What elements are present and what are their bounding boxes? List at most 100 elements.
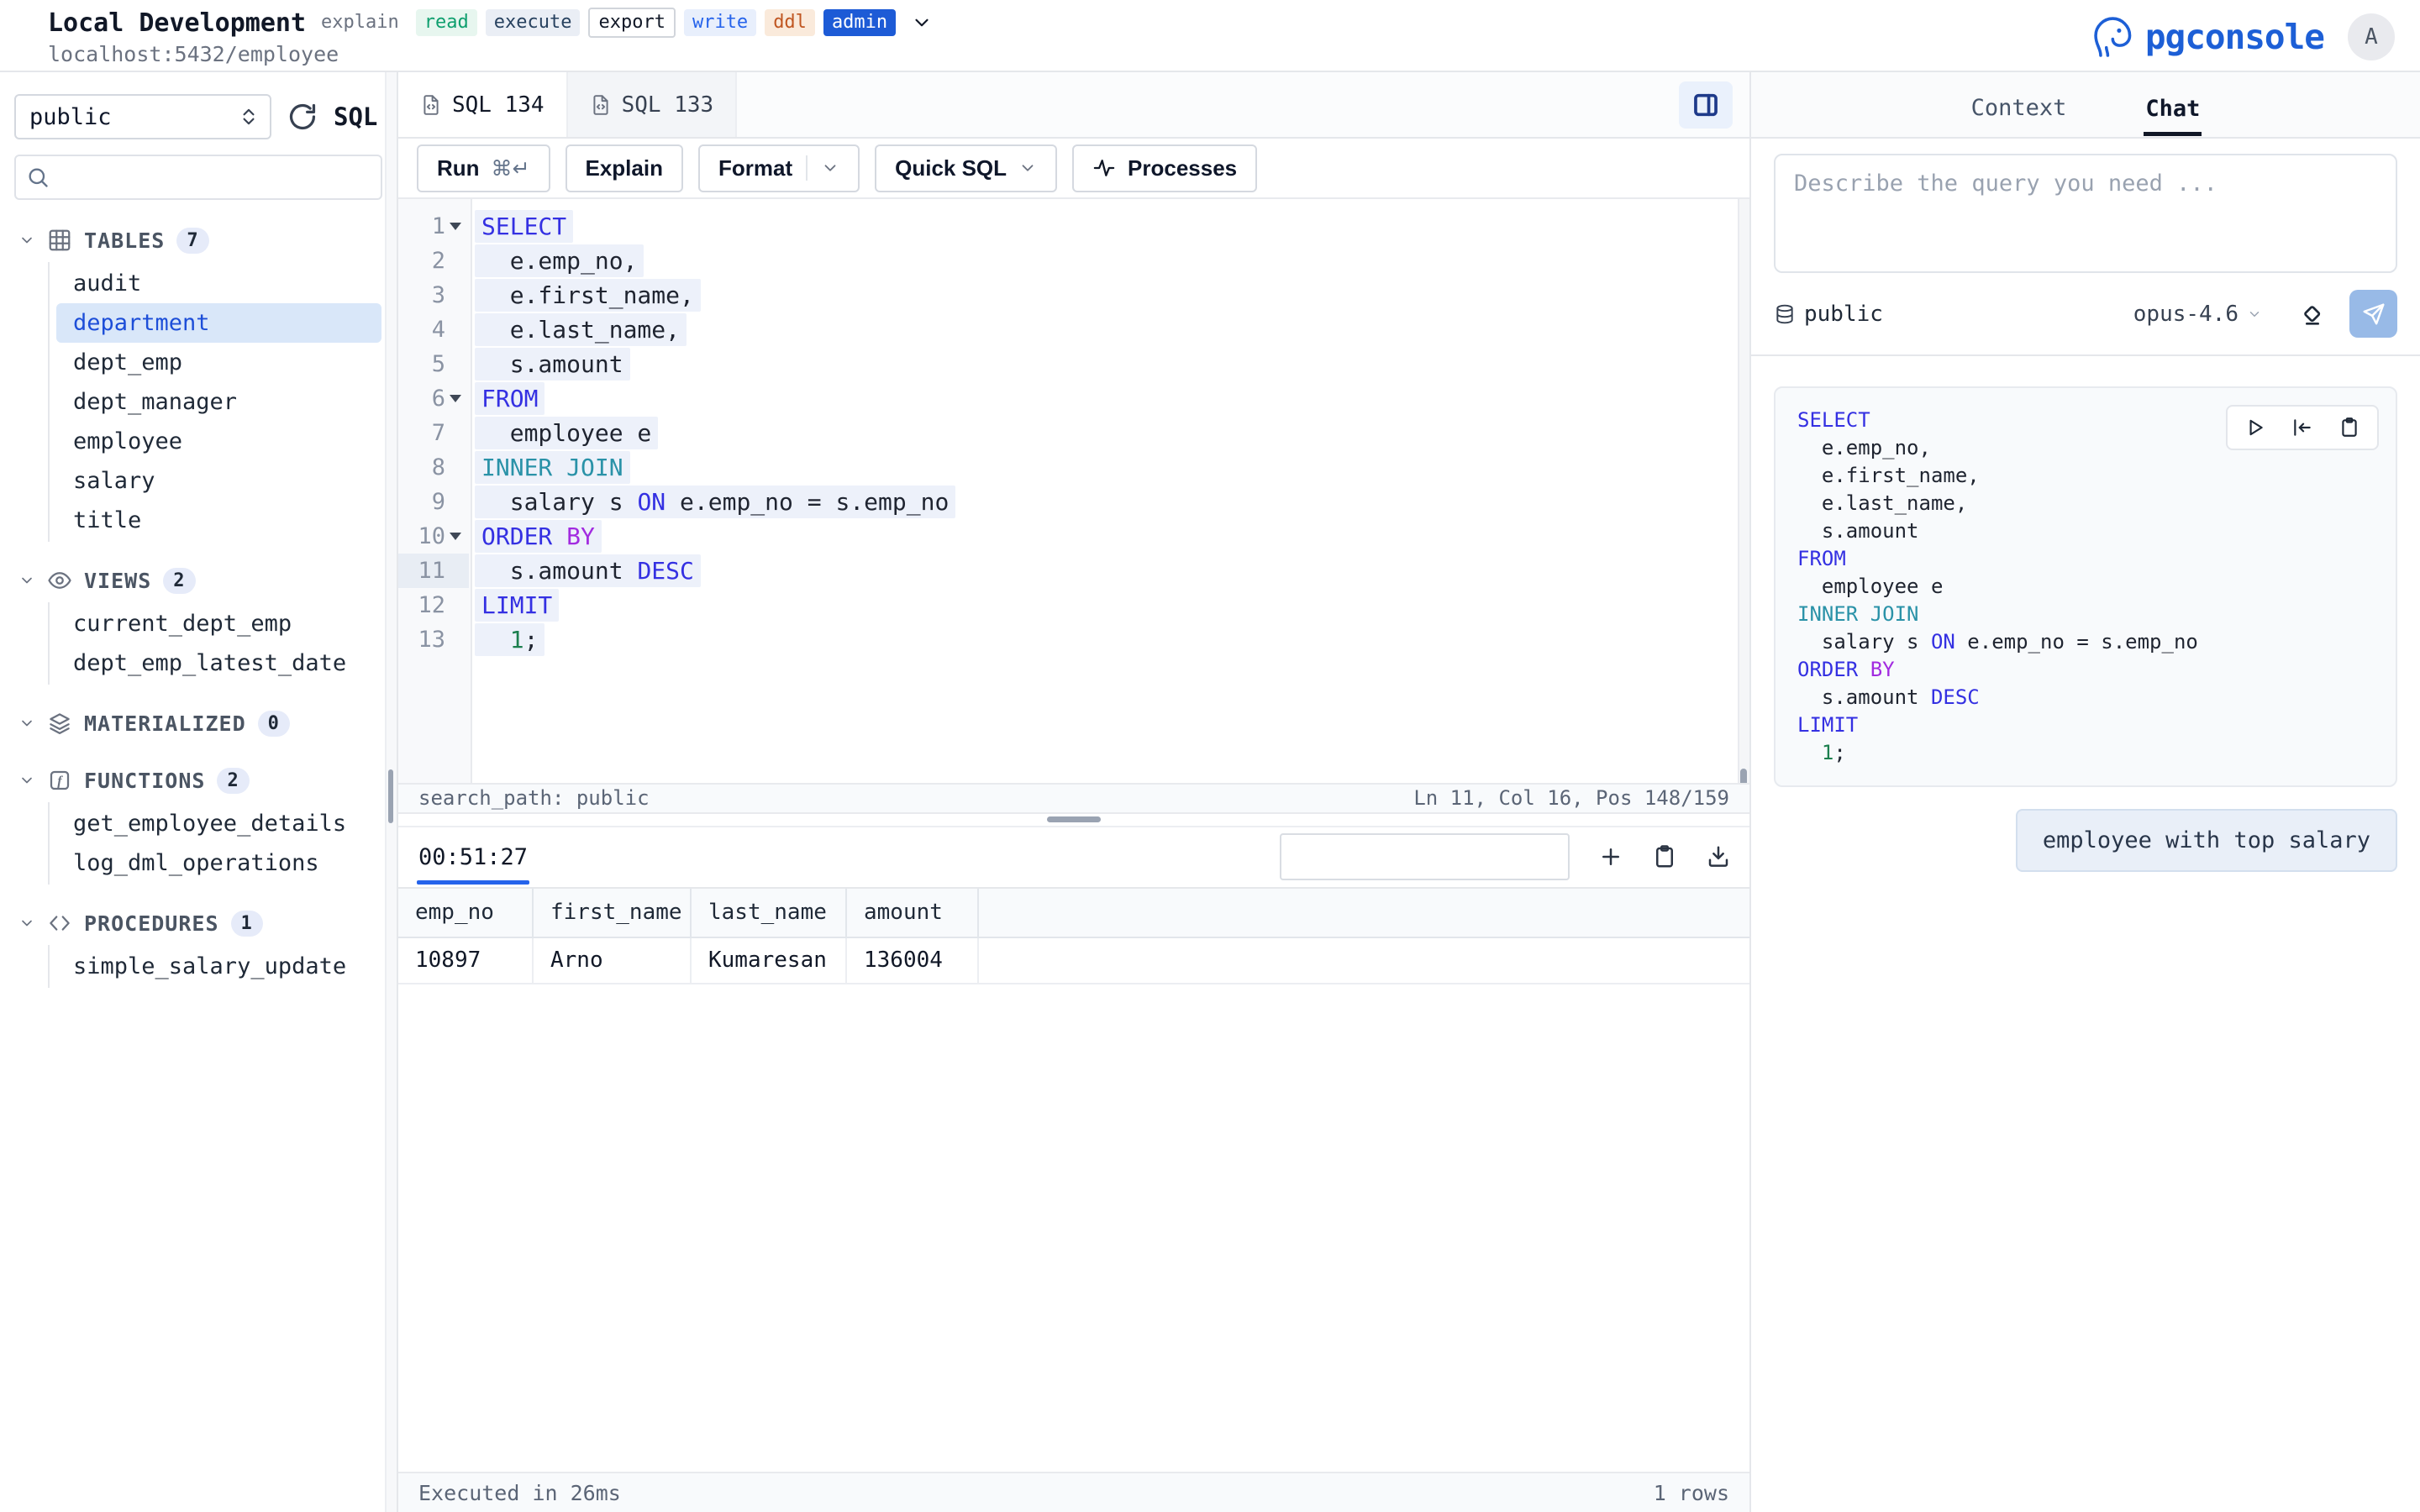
quick-sql-button[interactable]: Quick SQL <box>875 144 1057 192</box>
editor-line[interactable]: 13 1; <box>398 622 1749 657</box>
statement-highlight: s.amount <box>475 348 630 381</box>
statement-highlight: 1; <box>475 623 544 656</box>
split-panel-button[interactable] <box>1679 81 1733 129</box>
sidebar-item-department[interactable]: department <box>56 303 381 343</box>
fold-icon[interactable] <box>445 209 466 244</box>
drag-handle[interactable] <box>1047 816 1101 822</box>
chat-composer: public opus-4.6 <box>1751 139 2420 356</box>
section-count-badge: 2 <box>163 568 195 594</box>
run-shortcut: ⌘↵ <box>492 156 530 181</box>
column-header-emp_no[interactable]: emp_no <box>398 889 533 937</box>
refresh-button[interactable] <box>288 102 317 131</box>
editor-line[interactable]: 2 e.emp_no, <box>398 244 1749 278</box>
format-label: Format <box>718 155 792 181</box>
sidebar-item-dept_emp_latest_date[interactable]: dept_emp_latest_date <box>56 643 381 683</box>
table-grid-icon <box>47 228 72 253</box>
tab-label: SQL 133 <box>622 92 714 118</box>
sidebar-search-input[interactable] <box>58 165 371 190</box>
editor-line[interactable]: 11 s.amount DESC <box>398 554 1749 588</box>
chat-input[interactable] <box>1774 154 2397 273</box>
download-results-button[interactable] <box>1706 844 1731 869</box>
editor-line[interactable]: 1SELECT <box>398 209 1749 244</box>
editor-scrollbar[interactable] <box>1738 199 1749 783</box>
connection-menu-chevron-icon[interactable] <box>911 12 933 34</box>
fold-icon[interactable] <box>445 381 466 416</box>
result-cell: 10897 <box>398 937 533 984</box>
sidebar-item-employee[interactable]: employee <box>56 422 381 461</box>
result-timer-tab[interactable]: 00:51:27 <box>417 844 529 870</box>
section-items: simple_salary_update <box>48 945 381 988</box>
sidebar-item-title[interactable]: title <box>56 501 381 540</box>
run-code-icon[interactable] <box>2244 417 2266 438</box>
sidebar-item-simple_salary_update[interactable]: simple_salary_update <box>56 947 381 986</box>
editor-line[interactable]: 5 s.amount <box>398 347 1749 381</box>
processes-button[interactable]: Processes <box>1072 144 1257 192</box>
run-button[interactable]: Run ⌘↵ <box>417 144 550 192</box>
editor-line[interactable]: 4 e.last_name, <box>398 312 1749 347</box>
column-header-amount[interactable]: amount <box>846 889 978 937</box>
tab-sql-133[interactable]: SQL 133 <box>568 72 738 137</box>
editor-line[interactable]: 3 e.first_name, <box>398 278 1749 312</box>
copy-results-button[interactable] <box>1652 844 1677 869</box>
results-search-input[interactable] <box>1298 845 1565 869</box>
line-number: 11 <box>403 558 445 584</box>
editor-line[interactable]: 7 employee e <box>398 416 1749 450</box>
model-select[interactable]: opus-4.6 <box>2133 302 2262 327</box>
sidebar-search <box>14 155 382 200</box>
sidebar-item-log_dml_operations[interactable]: log_dml_operations <box>56 843 381 883</box>
section-header-tables[interactable]: TABLES 7 <box>0 222 397 259</box>
editor-line[interactable]: 8INNER JOIN <box>398 450 1749 485</box>
sidebar-item-current_dept_emp[interactable]: current_dept_emp <box>56 604 381 643</box>
code-token: e.last_name, <box>1797 491 1967 515</box>
sidebar-scrollbar[interactable] <box>385 72 397 1512</box>
section-header-functions[interactable]: f FUNCTIONS 2 <box>0 762 397 799</box>
tab-chat[interactable]: Chat <box>2144 79 2202 136</box>
section-label: VIEWS <box>84 569 151 593</box>
chat-code-line: INNER JOIN <box>1797 601 2374 628</box>
code-token: BY <box>566 522 595 550</box>
sql-editor[interactable]: 1SELECT2 e.emp_no,3 e.first_name,4 e.las… <box>398 199 1749 783</box>
fold-spacer <box>445 588 466 622</box>
add-result-tab-button[interactable] <box>1598 844 1623 869</box>
copy-code-icon[interactable] <box>2338 417 2360 438</box>
sidebar-item-dept_manager[interactable]: dept_manager <box>56 382 381 422</box>
result-cell: Kumaresan <box>691 937 846 984</box>
sidebar-item-get_employee_details[interactable]: get_employee_details <box>56 804 381 843</box>
editor-line[interactable]: 6FROM <box>398 381 1749 416</box>
section-header-procedures[interactable]: PROCEDURES 1 <box>0 905 397 942</box>
scrollbar-thumb[interactable] <box>1740 769 1747 783</box>
composer-schema-chip[interactable]: public <box>1774 302 1883 327</box>
column-header-first_name[interactable]: first_name <box>533 889 691 937</box>
schema-select[interactable]: public <box>14 94 271 139</box>
user-avatar[interactable]: A <box>2348 13 2395 60</box>
sidebar-item-audit[interactable]: audit <box>56 264 381 303</box>
scrollbar-thumb[interactable] <box>388 769 393 823</box>
tab-sql-134[interactable]: SQL 134 <box>398 72 568 137</box>
editor-toolbar: Run ⌘↵ Explain Format Quick SQL Pr <box>398 139 1749 199</box>
fold-icon[interactable] <box>445 519 466 554</box>
code-token: DESC <box>1931 685 1980 709</box>
sidebar-item-salary[interactable]: salary <box>56 461 381 501</box>
section-header-materialized[interactable]: MATERIALIZED 0 <box>0 705 397 742</box>
result-row[interactable]: 10897ArnoKumaresan136004 <box>398 937 1749 984</box>
tab-context[interactable]: Context <box>1970 78 2069 131</box>
pulse-icon <box>1092 156 1116 180</box>
editor-line[interactable]: 10ORDER BY <box>398 519 1749 554</box>
code-token: INNER JOIN <box>481 454 623 481</box>
explain-button[interactable]: Explain <box>566 144 683 192</box>
search-path-status: search_path: public <box>418 786 650 810</box>
code-token: DESC <box>637 557 693 585</box>
editor-line[interactable]: 12LIMIT <box>398 588 1749 622</box>
section-header-views[interactable]: VIEWS 2 <box>0 562 397 599</box>
send-button[interactable] <box>2349 290 2397 338</box>
format-button[interactable]: Format <box>698 144 860 192</box>
chevron-down-icon[interactable] <box>821 159 839 177</box>
column-header-last_name[interactable]: last_name <box>691 889 846 937</box>
sidebar-item-dept_emp[interactable]: dept_emp <box>56 343 381 382</box>
editor-line[interactable]: 9 salary s ON e.emp_no = s.emp_no <box>398 485 1749 519</box>
fold-spacer <box>445 416 466 450</box>
clear-chat-button[interactable] <box>2299 301 2326 328</box>
chat-code-line: s.amount <box>1797 517 2374 545</box>
chevron-down-icon <box>2247 307 2262 322</box>
insert-to-editor-icon[interactable] <box>2291 417 2313 438</box>
